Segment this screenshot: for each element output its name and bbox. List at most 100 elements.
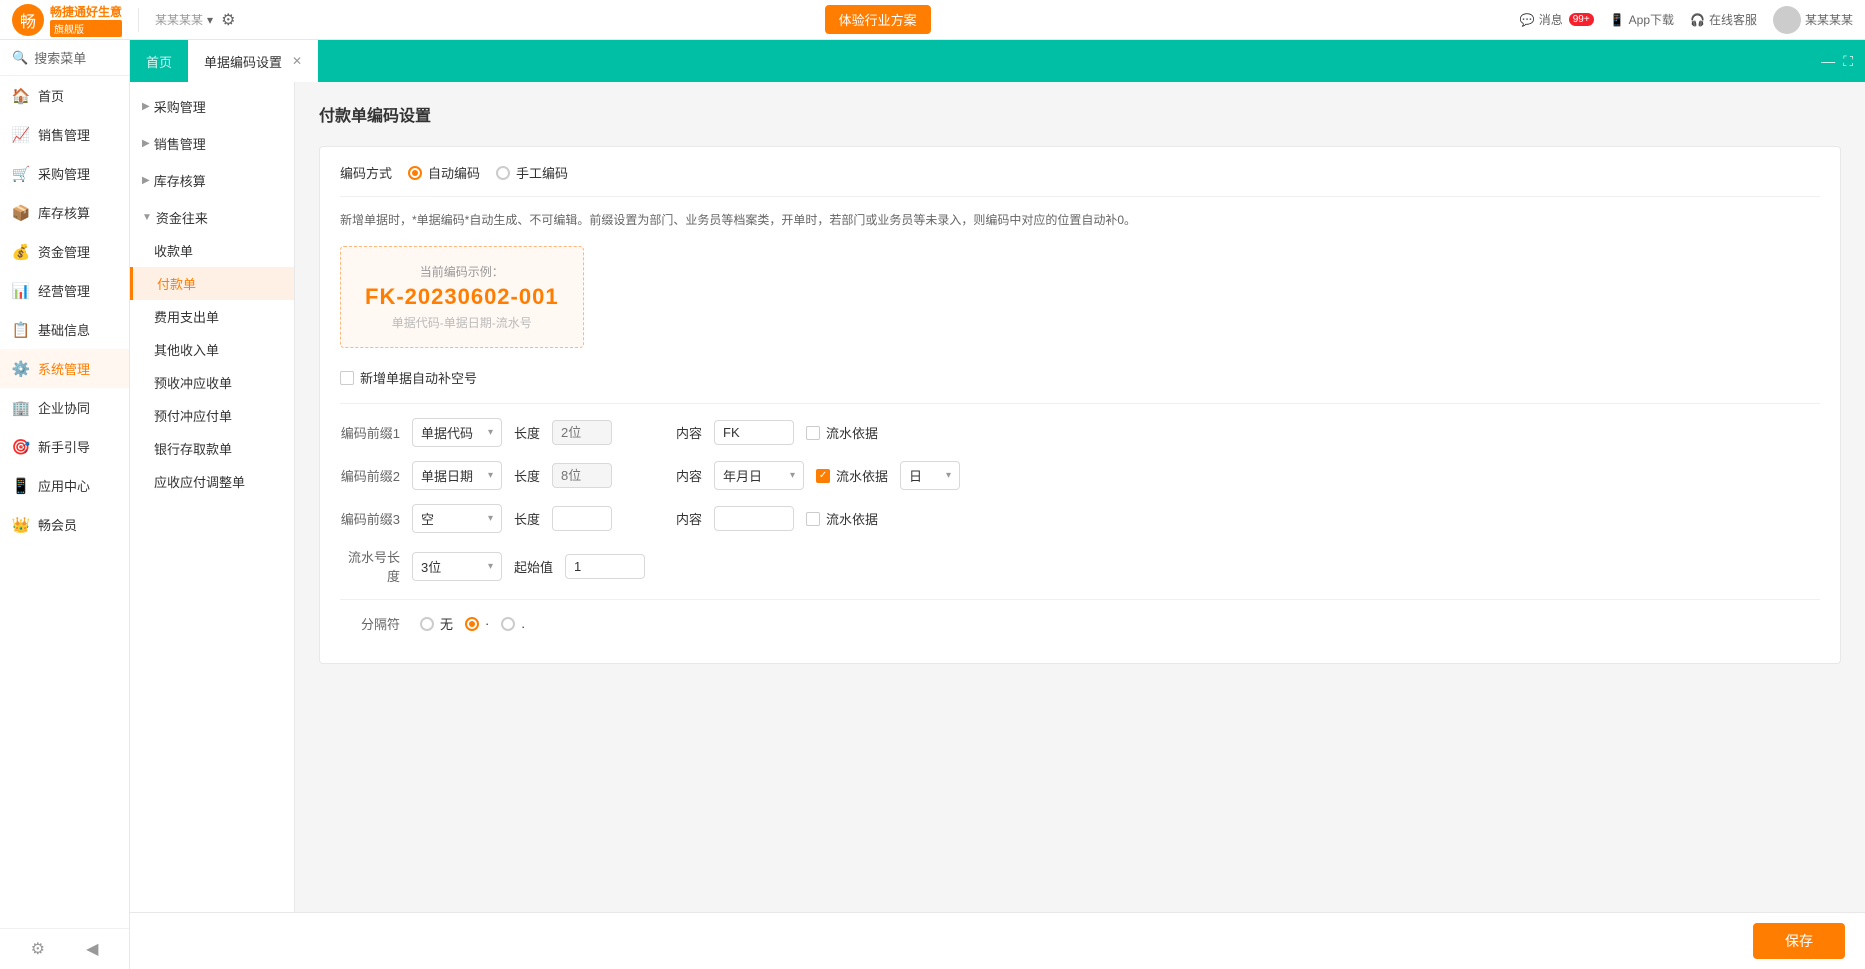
prefix2-length-input[interactable]: [552, 463, 612, 488]
sec-nav-item-receipt[interactable]: 收款单: [130, 234, 294, 267]
prefix2-select[interactable]: 单据日期 ▾: [412, 461, 502, 490]
sec-nav-sales-title[interactable]: ▶ 销售管理: [130, 127, 294, 160]
sec-nav-item-expense-label: 费用支出单: [154, 310, 219, 325]
operations-icon: 📊: [12, 282, 30, 300]
prefix2-content-select[interactable]: 年月日 ▾: [714, 461, 804, 490]
prefix3-length-input[interactable]: [552, 506, 612, 531]
topbar-middle: 体验行业方案: [825, 5, 931, 34]
prefix1-select[interactable]: 单据代码 ▾: [412, 418, 502, 447]
sidebar-item-system[interactable]: ⚙️ 系统管理: [0, 349, 129, 388]
sidebar-item-inventory[interactable]: 📦 库存核算: [0, 193, 129, 232]
prefix2-content-label: 内容: [676, 466, 702, 485]
enterprise-icon: 🏢: [12, 399, 30, 417]
sec-nav-purchase-title[interactable]: ▶ 采购管理: [130, 90, 294, 123]
industry-btn[interactable]: 体验行业方案: [825, 5, 931, 34]
prefix1-row: 编码前缀1 单据代码 ▾ 长度 ▾ 内容: [340, 418, 1820, 447]
sec-nav-item-advance-receipt-label: 预收冲应收单: [154, 376, 232, 391]
sidebar-item-home[interactable]: 🏠 首页: [0, 76, 129, 115]
radio-manual-label: 手工编码: [516, 163, 568, 182]
tab-encoding-label: 单据编码设置: [204, 52, 282, 71]
prefix1-content-label: 内容: [676, 423, 702, 442]
sep-dot1-label: ·: [485, 616, 489, 631]
hint-text: 新增单据时，*单据编码*自动生成、不可编辑。前缀设置为部门、业务员等档案类，开单…: [340, 211, 1820, 230]
prefix1-content-input[interactable]: [714, 420, 794, 445]
sec-nav-group-finance: ▼ 资金往来 收款单 付款单 费用支出单 其他收入单: [130, 201, 294, 498]
prefix3-row: 编码前缀3 空 ▾ 长度 ▾ 内容: [340, 504, 1820, 533]
home-icon: 🏠: [12, 87, 30, 105]
prefix3-content-input[interactable]: [714, 506, 794, 531]
sec-nav-inventory-title[interactable]: ▶ 库存核算: [130, 164, 294, 197]
sec-nav-finance-label: 资金往来: [156, 208, 208, 227]
prefix1-arrow-icon: ▾: [488, 427, 493, 438]
sep-none-radio[interactable]: 无: [420, 614, 453, 633]
sep-none-circle: [420, 617, 434, 631]
basic-icon: 📋: [12, 321, 30, 339]
sec-nav-item-payment[interactable]: 付款单: [130, 267, 294, 300]
tab-close-icon[interactable]: ✕: [292, 54, 302, 68]
radio-auto[interactable]: 自动编码: [408, 163, 480, 182]
workspace-dropdown[interactable]: 某某某某 ▾: [155, 11, 213, 28]
save-button[interactable]: 保存: [1753, 923, 1845, 959]
arrow-icon: ▶: [142, 138, 150, 149]
prefix3-watermark-checkbox[interactable]: [806, 512, 820, 526]
sidebar-item-purchase[interactable]: 🛒 采购管理: [0, 154, 129, 193]
sec-nav-item-bank[interactable]: 银行存取款单: [130, 432, 294, 465]
tab-minimize-icon[interactable]: —: [1821, 53, 1835, 69]
prefix1-length-input[interactable]: [552, 420, 612, 445]
sidebar-item-newbie[interactable]: 🎯 新手引导: [0, 427, 129, 466]
sec-nav-item-other-income[interactable]: 其他收入单: [130, 333, 294, 366]
form-divider-2: [340, 599, 1820, 600]
sidebar-item-enterprise[interactable]: 🏢 企业协同: [0, 388, 129, 427]
logo-text: 畅捷通好生意 旗舰版: [50, 3, 122, 37]
tab-home[interactable]: 首页: [130, 40, 188, 82]
username-label: 某某某某: [1805, 11, 1853, 28]
sidebar-item-basic[interactable]: 📋 基础信息: [0, 310, 129, 349]
prefix2-label: 编码前缀2: [340, 466, 400, 485]
sec-nav-item-receipt-label: 收款单: [154, 244, 193, 259]
online-service-item[interactable]: 🎧 在线客服: [1690, 11, 1757, 28]
sec-nav-item-adjust[interactable]: 应收应付调整单: [130, 465, 294, 498]
sidebar-item-operations[interactable]: 📊 经营管理: [0, 271, 129, 310]
prefix2-watermark-select[interactable]: 日 ▾: [900, 461, 960, 490]
sec-nav-item-expense[interactable]: 费用支出单: [130, 300, 294, 333]
tab-encoding-settings[interactable]: 单据编码设置 ✕: [188, 40, 318, 82]
serial-length-select[interactable]: 3位 ▾: [412, 552, 502, 581]
prefix2-watermark-checkbox[interactable]: ✓: [816, 469, 830, 483]
sec-nav-item-adjust-label: 应收应付调整单: [154, 475, 245, 490]
prefix3-select[interactable]: 空 ▾: [412, 504, 502, 533]
radio-manual[interactable]: 手工编码: [496, 163, 568, 182]
sidebar-item-finance[interactable]: 💰 资金管理: [0, 232, 129, 271]
message-item[interactable]: 💬 消息 99+: [1520, 11, 1594, 28]
sep-dot1-radio[interactable]: ·: [465, 616, 489, 631]
auto-fill-checkbox[interactable]: [340, 371, 354, 385]
sidebar-item-label: 系统管理: [38, 359, 90, 378]
user-avatar[interactable]: 某某某某: [1773, 6, 1853, 34]
sec-nav-finance-title[interactable]: ▼ 资金往来: [130, 201, 294, 234]
app-download-item[interactable]: 📱 App下载: [1610, 11, 1674, 28]
sep-dot2-radio[interactable]: .: [501, 616, 525, 631]
online-service-label: 在线客服: [1709, 11, 1757, 28]
sidebar-item-label: 销售管理: [38, 125, 90, 144]
prefix2-length-label: 长度: [514, 466, 540, 485]
avatar: [1773, 6, 1801, 34]
sales-icon: 📈: [12, 126, 30, 144]
sidebar-item-label: 经营管理: [38, 281, 90, 300]
sidebar-item-member[interactable]: 👑 畅会员: [0, 505, 129, 544]
settings-icon[interactable]: ⚙: [221, 10, 235, 30]
sec-nav-sales-label: 销售管理: [154, 134, 206, 153]
settings-footer-icon[interactable]: ⚙: [31, 939, 45, 959]
start-value-input[interactable]: [565, 554, 645, 579]
sec-nav-inventory-label: 库存核算: [154, 171, 206, 190]
sidebar-item-sales[interactable]: 📈 销售管理: [0, 115, 129, 154]
tab-maximize-icon[interactable]: ⛶: [1843, 53, 1853, 70]
radio-auto-circle: [408, 166, 422, 180]
sidebar-item-label: 首页: [38, 86, 64, 105]
prefix1-watermark-checkbox[interactable]: [806, 426, 820, 440]
sidebar-item-apps[interactable]: 📱 应用中心: [0, 466, 129, 505]
message-label: 消息: [1539, 11, 1563, 28]
inventory-icon: 📦: [12, 204, 30, 222]
collapse-icon[interactable]: ◀: [86, 939, 98, 959]
sec-nav-item-advance-payment[interactable]: 预付冲应付单: [130, 399, 294, 432]
sec-nav-item-advance-receipt[interactable]: 预收冲应收单: [130, 366, 294, 399]
search-menu[interactable]: 🔍 搜索菜单: [0, 40, 129, 76]
